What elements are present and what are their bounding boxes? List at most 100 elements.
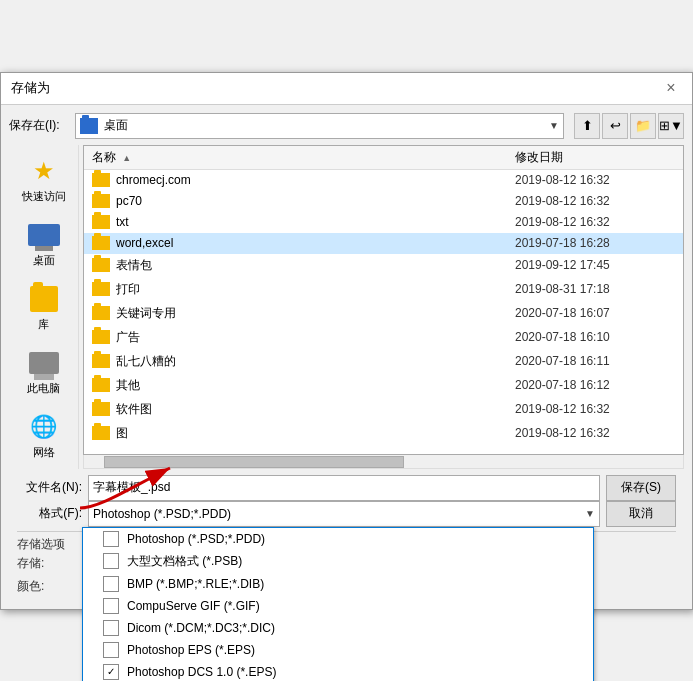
folder-icon-small bbox=[92, 215, 110, 229]
file-name: chromecj.com bbox=[116, 173, 515, 187]
file-name: word,excel bbox=[116, 236, 515, 250]
format-option-label: 大型文档格式 (*.PSB) bbox=[127, 553, 242, 570]
close-button[interactable]: × bbox=[660, 77, 682, 99]
format-select[interactable]: Photoshop (*.PSD;*.PDD) ▼ bbox=[88, 501, 600, 527]
view-toggle-button[interactable]: ⊞▼ bbox=[658, 113, 684, 139]
file-date: 2019-07-18 16:28 bbox=[515, 236, 675, 250]
save-button[interactable]: 保存(S) bbox=[606, 475, 676, 501]
format-option-label: BMP (*.BMP;*.RLE;*.DIB) bbox=[127, 577, 264, 591]
format-option[interactable]: Photoshop DCS 1.0 (*.EPS) bbox=[83, 661, 593, 682]
file-name: 关键词专用 bbox=[116, 305, 515, 322]
file-name: txt bbox=[116, 215, 515, 229]
table-row[interactable]: 乱七八糟的 2020-07-18 16:11 bbox=[84, 350, 683, 374]
cancel-button[interactable]: 取消 bbox=[606, 501, 676, 527]
format-row-container: 格式(F): Photoshop (*.PSD;*.PDD) ▼ 取消 Phot… bbox=[17, 501, 676, 527]
title-bar: 存储为 × bbox=[1, 73, 692, 105]
new-folder-button[interactable]: 📁 bbox=[630, 113, 656, 139]
save-in-text: 桌面 bbox=[104, 117, 549, 134]
file-name: 广告 bbox=[116, 329, 515, 346]
table-row[interactable]: pc70 2019-08-12 16:32 bbox=[84, 191, 683, 212]
file-list-container[interactable]: 名称 ▲ 修改日期 chromecj.com 2019-08-12 16:32 … bbox=[83, 145, 684, 455]
file-date: 2020-07-18 16:07 bbox=[515, 306, 675, 320]
desktop-icon bbox=[26, 220, 62, 250]
file-list-area: 名称 ▲ 修改日期 chromecj.com 2019-08-12 16:32 … bbox=[83, 145, 684, 469]
file-date: 2020-07-18 16:10 bbox=[515, 330, 675, 344]
format-option-label: Photoshop DCS 1.0 (*.EPS) bbox=[127, 665, 276, 679]
format-dropdown[interactable]: Photoshop (*.PSD;*.PDD) 大型文档格式 (*.PSB) BMP… bbox=[82, 527, 594, 682]
format-checkbox bbox=[103, 553, 119, 569]
save-in-dropdown[interactable]: 桌面 ▼ bbox=[75, 113, 564, 139]
format-option[interactable]: CompuServe GIF (*.GIF) bbox=[83, 595, 593, 617]
file-name: pc70 bbox=[116, 194, 515, 208]
pc-icon bbox=[26, 348, 62, 378]
format-option[interactable]: BMP (*.BMP;*.RLE;*.DIB) bbox=[83, 573, 593, 595]
scroll-thumb bbox=[104, 456, 404, 468]
table-row[interactable]: 软件图 2019-08-12 16:32 bbox=[84, 398, 683, 422]
file-date: 2019-08-12 16:32 bbox=[515, 194, 675, 208]
main-area: ★ 快速访问 桌面 库 bbox=[9, 145, 684, 469]
dialog-body: 保存在(I): 桌面 ▼ ⬆ ↩ 📁 ⊞▼ bbox=[1, 105, 692, 609]
folder-icon-small bbox=[92, 236, 110, 250]
table-row[interactable]: 打印 2019-08-31 17:18 bbox=[84, 278, 683, 302]
filename-row: 文件名(N): 保存(S) bbox=[17, 475, 676, 501]
save-as-dialog: 存储为 × 保存在(I): 桌面 ▼ ⬆ ↩ 📁 ⊞▼ bbox=[0, 72, 693, 610]
folder-icon-small bbox=[92, 426, 110, 440]
format-select-text: Photoshop (*.PSD;*.PDD) bbox=[93, 507, 585, 521]
table-row[interactable]: txt 2019-08-12 16:32 bbox=[84, 212, 683, 233]
table-row[interactable]: 关键词专用 2020-07-18 16:07 bbox=[84, 302, 683, 326]
file-name: 乱七八糟的 bbox=[116, 353, 515, 370]
format-checkbox bbox=[103, 531, 119, 547]
sort-arrow-icon: ▲ bbox=[122, 153, 131, 163]
table-row[interactable]: 广告 2020-07-18 16:10 bbox=[84, 326, 683, 350]
folder-icon-small bbox=[92, 194, 110, 208]
network-icon: 🌐 bbox=[26, 412, 62, 442]
nav-back-button[interactable]: ↩ bbox=[602, 113, 628, 139]
table-row[interactable]: 图 2019-08-12 16:32 bbox=[84, 422, 683, 446]
file-date: 2019-08-12 16:32 bbox=[515, 426, 675, 440]
file-date: 2020-07-18 16:12 bbox=[515, 378, 675, 392]
dialog-title: 存储为 bbox=[11, 79, 50, 97]
sidebar-item-pc[interactable]: 此电脑 bbox=[13, 341, 74, 401]
table-row[interactable]: 其他 2020-07-18 16:12 bbox=[84, 374, 683, 398]
sidebar-item-library[interactable]: 库 bbox=[13, 277, 74, 337]
table-row[interactable]: 表情包 2019-09-12 17:45 bbox=[84, 254, 683, 278]
format-option[interactable]: 大型文档格式 (*.PSB) bbox=[83, 550, 593, 573]
format-checkbox bbox=[103, 642, 119, 658]
sidebar-item-desktop[interactable]: 桌面 bbox=[13, 213, 74, 273]
format-option[interactable]: Dicom (*.DCM;*.DC3;*.DIC) bbox=[83, 617, 593, 639]
format-checkbox bbox=[103, 620, 119, 636]
table-row[interactable]: chromecj.com 2019-08-12 16:32 bbox=[84, 170, 683, 191]
file-rows: chromecj.com 2019-08-12 16:32 pc70 2019-… bbox=[84, 170, 683, 446]
file-date: 2019-08-12 16:32 bbox=[515, 402, 675, 416]
folder-icon-small bbox=[92, 258, 110, 272]
file-date: 2019-08-12 16:32 bbox=[515, 215, 675, 229]
format-option-label: CompuServe GIF (*.GIF) bbox=[127, 599, 260, 613]
sidebar-item-label: 桌面 bbox=[33, 253, 55, 268]
sidebar-item-quick-access[interactable]: ★ 快速访问 bbox=[13, 149, 74, 209]
file-date: 2019-08-12 16:32 bbox=[515, 173, 675, 187]
save-in-bar: 保存在(I): 桌面 ▼ ⬆ ↩ 📁 ⊞▼ bbox=[9, 113, 684, 139]
filename-label: 文件名(N): bbox=[17, 479, 82, 496]
format-option[interactable]: Photoshop (*.PSD;*.PDD) bbox=[83, 528, 593, 550]
toolbar-icons: ⬆ ↩ 📁 ⊞▼ bbox=[574, 113, 684, 139]
col-name-header: 名称 ▲ bbox=[92, 149, 515, 166]
filename-input[interactable] bbox=[88, 475, 600, 501]
horizontal-scrollbar[interactable] bbox=[83, 455, 684, 469]
col-date-header: 修改日期 bbox=[515, 149, 675, 166]
save-in-label: 保存在(I): bbox=[9, 117, 69, 134]
sidebar-item-label: 快速访问 bbox=[22, 189, 66, 204]
folder-icon bbox=[80, 118, 98, 134]
star-icon: ★ bbox=[26, 156, 62, 186]
sidebar-item-label: 库 bbox=[38, 317, 49, 332]
nav-up-button[interactable]: ⬆ bbox=[574, 113, 600, 139]
folder-icon-small bbox=[92, 402, 110, 416]
format-option-label: Photoshop (*.PSD;*.PDD) bbox=[127, 532, 265, 546]
format-checkbox bbox=[103, 576, 119, 592]
sidebar-item-network[interactable]: 🌐 网络 bbox=[13, 405, 74, 465]
folder-icon-small bbox=[92, 306, 110, 320]
folder-icon-small bbox=[92, 330, 110, 344]
format-row: 格式(F): Photoshop (*.PSD;*.PDD) ▼ 取消 bbox=[17, 501, 676, 527]
file-name: 其他 bbox=[116, 377, 515, 394]
format-option[interactable]: Photoshop EPS (*.EPS) bbox=[83, 639, 593, 661]
table-row[interactable]: word,excel 2019-07-18 16:28 bbox=[84, 233, 683, 254]
